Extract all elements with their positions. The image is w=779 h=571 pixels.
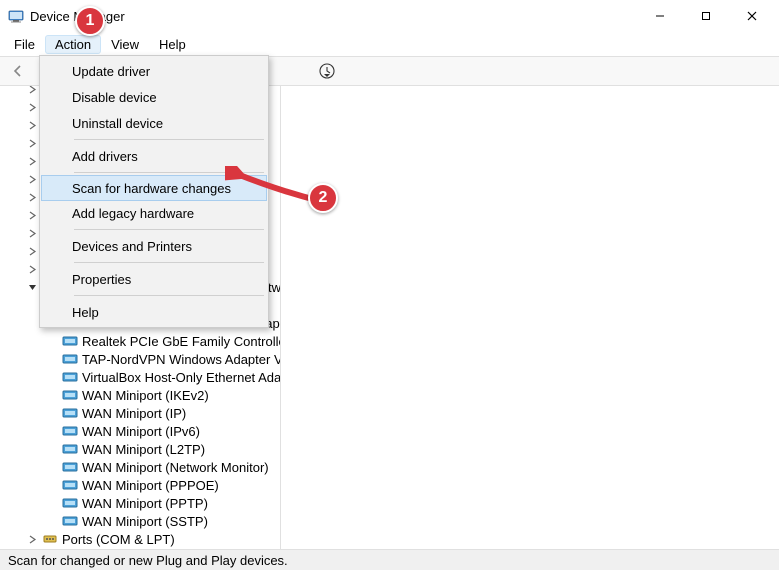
menu-disable-device[interactable]: Disable device — [42, 84, 266, 110]
chevron-right-icon — [26, 209, 38, 221]
tree-item-label: VirtualBox Host-Only Ethernet Adapter — [82, 370, 281, 385]
network-adapter-icon — [62, 459, 78, 475]
menu-update-driver[interactable]: Update driver — [42, 58, 266, 84]
tree-item-label: WAN Miniport (PPPOE) — [82, 478, 219, 493]
tree-item-label: WAN Miniport (L2TP) — [82, 442, 205, 457]
statusbar: Scan for changed or new Plug and Play de… — [0, 550, 779, 570]
chevron-right-icon — [26, 101, 38, 113]
menu-separator — [74, 262, 264, 263]
tree-item-label: Realtek PCIe GbE Family Controller #2 — [82, 334, 281, 349]
menu-uninstall-device[interactable]: Uninstall device — [42, 110, 266, 136]
tree-item-label: WAN Miniport (IPv6) — [82, 424, 200, 439]
tree-node-label: Ports (COM & LPT) — [62, 532, 175, 547]
menu-devices-and-printers[interactable]: Devices and Printers — [42, 233, 266, 259]
tree-item-label: TAP-NordVPN Windows Adapter V9 — [82, 352, 281, 367]
network-adapter-icon — [62, 333, 78, 349]
annotation-step-1: 1 — [75, 6, 105, 36]
menu-separator — [74, 139, 264, 140]
maximize-button[interactable] — [683, 0, 729, 32]
tree-item[interactable]: WAN Miniport (PPTP) — [0, 494, 280, 512]
network-adapter-icon — [62, 387, 78, 403]
menu-file[interactable]: File — [4, 35, 45, 54]
network-adapter-icon — [62, 495, 78, 511]
network-adapter-icon — [62, 513, 78, 529]
device-manager-icon — [8, 8, 24, 24]
annotation-step-2: 2 — [308, 183, 338, 213]
menu-action[interactable]: Action — [45, 35, 101, 54]
tree-item-label: WAN Miniport (SSTP) — [82, 514, 208, 529]
chevron-right-icon — [26, 263, 38, 275]
tree-item[interactable]: TAP-NordVPN Windows Adapter V9 — [0, 350, 280, 368]
tree-item-label: WAN Miniport (IKEv2) — [82, 388, 209, 403]
menu-properties[interactable]: Properties — [42, 266, 266, 292]
menubar: File Action View Help — [0, 32, 779, 56]
network-adapter-icon — [62, 351, 78, 367]
menu-view[interactable]: View — [101, 35, 149, 54]
chevron-right-icon — [26, 173, 38, 185]
tree-item[interactable]: WAN Miniport (L2TP) — [0, 440, 280, 458]
tree-item[interactable]: WAN Miniport (PPPOE) — [0, 476, 280, 494]
tree-item[interactable]: WAN Miniport (IP) — [0, 404, 280, 422]
chevron-right-icon — [26, 533, 38, 545]
menu-help[interactable]: Help — [149, 35, 196, 54]
scan-hardware-button[interactable] — [315, 59, 339, 83]
titlebar: Device Manager — [0, 0, 779, 32]
detail-pane — [282, 86, 779, 549]
network-adapter-icon — [62, 477, 78, 493]
network-adapter-icon — [62, 369, 78, 385]
menu-separator — [74, 295, 264, 296]
status-text: Scan for changed or new Plug and Play de… — [8, 553, 288, 568]
tree-node-ports[interactable]: Ports (COM & LPT) — [0, 530, 280, 548]
chevron-right-icon — [26, 245, 38, 257]
chevron-right-icon — [26, 119, 38, 131]
chevron-right-icon — [26, 227, 38, 239]
chevron-right-icon — [26, 155, 38, 167]
menu-separator — [74, 229, 264, 230]
chevron-right-icon — [26, 191, 38, 203]
tree-node-label-partial: twork) — [268, 280, 281, 295]
tree-item-label: WAN Miniport (PPTP) — [82, 496, 208, 511]
chevron-right-icon — [26, 86, 38, 95]
tree-item[interactable]: WAN Miniport (SSTP) — [0, 512, 280, 530]
network-adapter-icon — [62, 405, 78, 421]
ports-icon — [42, 531, 58, 547]
minimize-button[interactable] — [637, 0, 683, 32]
tree-item[interactable]: VirtualBox Host-Only Ethernet Adapter — [0, 368, 280, 386]
tree-item[interactable]: WAN Miniport (IKEv2) — [0, 386, 280, 404]
back-button[interactable] — [6, 59, 30, 83]
tree-item[interactable]: WAN Miniport (IPv6) — [0, 422, 280, 440]
network-adapter-icon — [62, 423, 78, 439]
chevron-right-icon — [26, 137, 38, 149]
close-button[interactable] — [729, 0, 775, 32]
chevron-down-icon — [26, 281, 38, 293]
network-adapter-icon — [62, 441, 78, 457]
tree-item[interactable]: Realtek PCIe GbE Family Controller #2 — [0, 332, 280, 350]
tree-item[interactable]: WAN Miniport (Network Monitor) — [0, 458, 280, 476]
tree-item-label: WAN Miniport (IP) — [82, 406, 186, 421]
menu-help[interactable]: Help — [42, 299, 266, 325]
tree-item-label: WAN Miniport (Network Monitor) — [82, 460, 269, 475]
